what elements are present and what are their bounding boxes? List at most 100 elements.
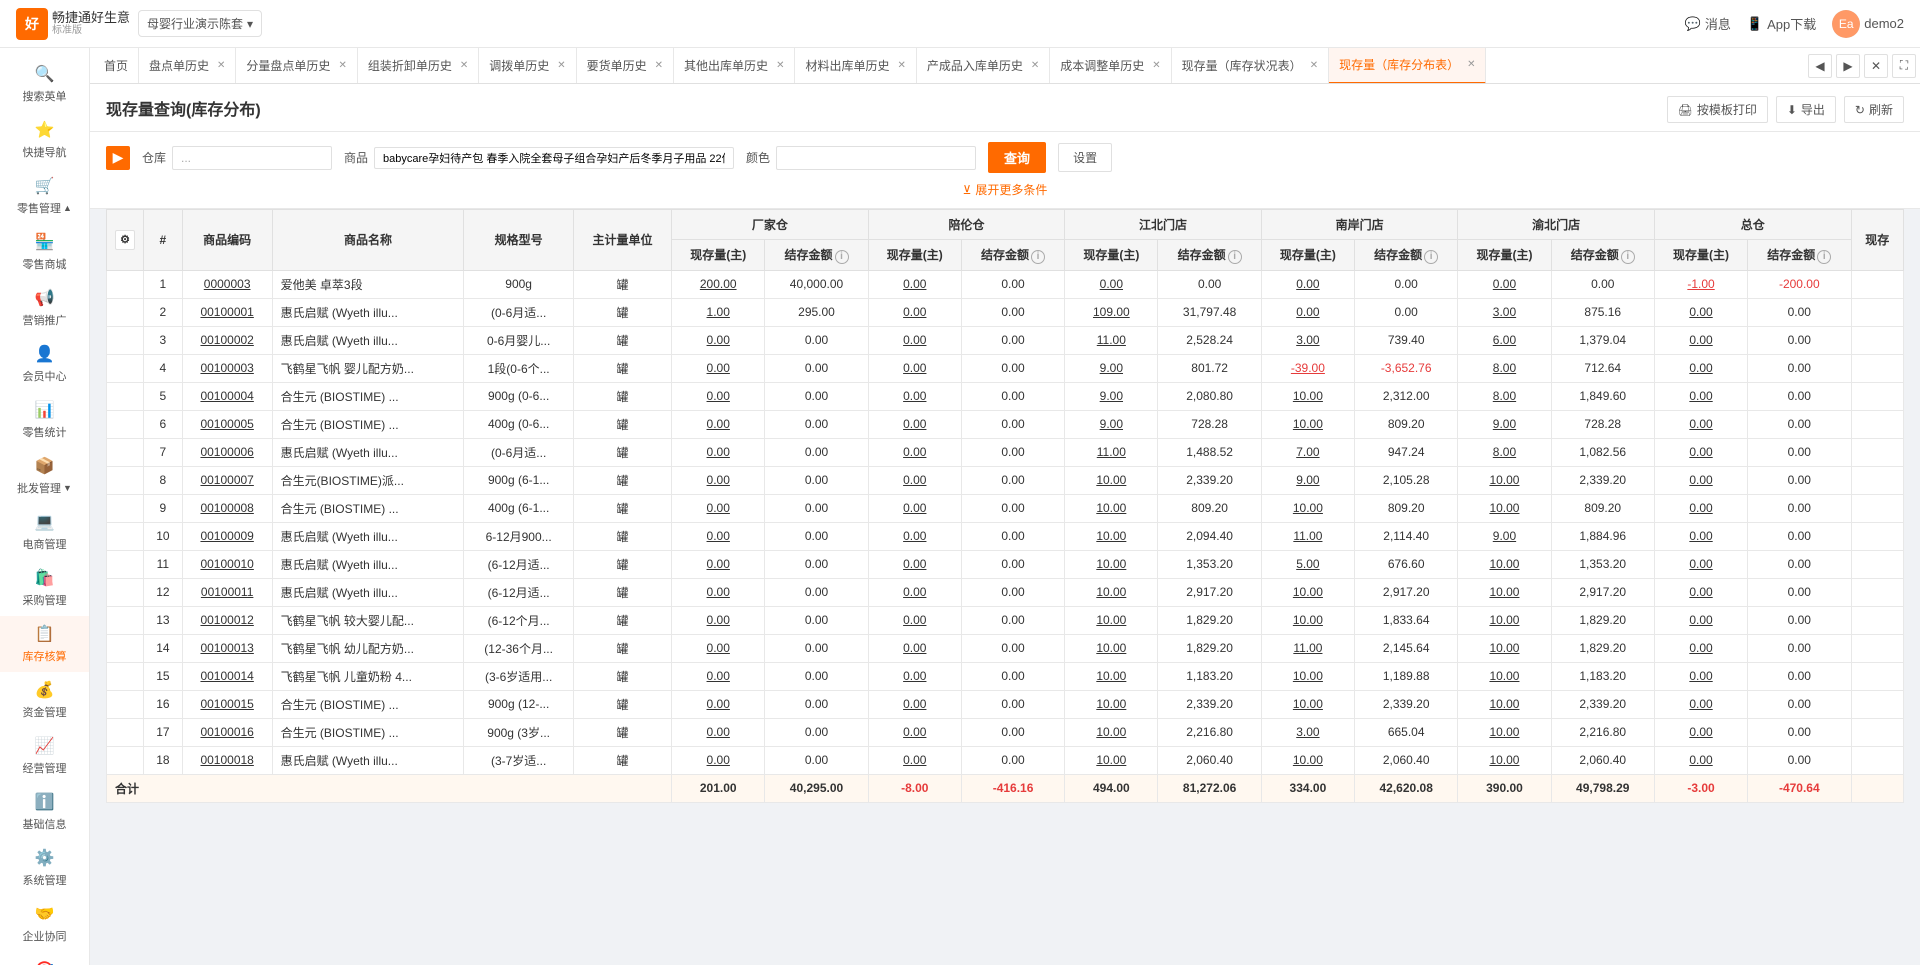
table-cell[interactable]: 10.00	[1458, 606, 1551, 634]
table-cell[interactable]: 11.00	[1065, 438, 1158, 466]
table-cell[interactable]: 00100009	[182, 522, 272, 550]
table-cell[interactable]: 10.00	[1261, 746, 1354, 774]
table-cell[interactable]: 00100004	[182, 382, 272, 410]
table-cell[interactable]: 0.00	[1654, 382, 1747, 410]
table-cell[interactable]: 0.00	[672, 606, 765, 634]
table-cell[interactable]: 5.00	[1261, 550, 1354, 578]
table-cell[interactable]: 0.00	[1261, 270, 1354, 298]
table-cell[interactable]: 0.00	[868, 298, 961, 326]
close-tab-icon[interactable]: ✕	[217, 60, 225, 71]
table-cell[interactable]: 10.00	[1065, 522, 1158, 550]
close-tab-icon[interactable]: ✕	[655, 60, 663, 71]
query-button[interactable]: 查询	[988, 142, 1046, 173]
table-cell[interactable]: 0.00	[868, 746, 961, 774]
table-cell[interactable]: 0.00	[1654, 298, 1747, 326]
table-cell[interactable]: 00100012	[182, 606, 272, 634]
table-cell[interactable]: 10.00	[1261, 410, 1354, 438]
table-cell[interactable]: 0.00	[1654, 606, 1747, 634]
table-cell[interactable]: 0.00	[672, 410, 765, 438]
table-cell[interactable]: 0.00	[868, 410, 961, 438]
nav-tab-stockcheck[interactable]: 盘点单历史 ✕	[139, 48, 236, 84]
table-cell[interactable]: 0.00	[1654, 438, 1747, 466]
table-cell[interactable]: 10.00	[1261, 494, 1354, 522]
info-icon[interactable]: i	[1817, 250, 1831, 264]
table-cell[interactable]: -1.00	[1654, 270, 1747, 298]
close-tab-icon[interactable]: ✕	[1152, 60, 1160, 71]
sidebar-item-wholesale[interactable]: 📦 批发管理 ▼	[0, 448, 89, 504]
close-tab-icon[interactable]: ✕	[557, 60, 565, 71]
table-cell[interactable]: 11.00	[1261, 634, 1354, 662]
table-cell[interactable]: 9.00	[1065, 382, 1158, 410]
table-cell[interactable]: 0.00	[672, 690, 765, 718]
table-cell[interactable]: 00100011	[182, 578, 272, 606]
table-cell[interactable]: 109.00	[1065, 298, 1158, 326]
table-cell[interactable]: 0.00	[672, 578, 765, 606]
table-cell[interactable]: 3.00	[1261, 718, 1354, 746]
table-cell[interactable]: 1.00	[672, 298, 765, 326]
table-cell[interactable]: 0000003	[182, 270, 272, 298]
table-cell[interactable]: 10.00	[1261, 382, 1354, 410]
info-icon[interactable]: i	[1031, 250, 1045, 264]
expand-conditions[interactable]: ⊻ 展开更多条件	[106, 181, 1904, 198]
table-cell[interactable]: 00100006	[182, 438, 272, 466]
collapse-arrow[interactable]: ▶	[106, 146, 130, 170]
table-cell[interactable]: 10.00	[1065, 606, 1158, 634]
industry-select[interactable]: 母婴行业演示陈套 ▾	[138, 10, 262, 37]
nav-tab-stockdist[interactable]: 现存量（库存分布表） ✕	[1329, 48, 1486, 84]
table-cell[interactable]: 0.00	[1654, 662, 1747, 690]
nav-tab-productin[interactable]: 产成品入库单历史 ✕	[917, 48, 1050, 84]
table-cell[interactable]: 0.00	[1654, 494, 1747, 522]
table-cell[interactable]: 0.00	[1654, 578, 1747, 606]
table-cell[interactable]: 10.00	[1458, 634, 1551, 662]
table-cell[interactable]: 10.00	[1458, 578, 1551, 606]
nav-tab-matout[interactable]: 材料出库单历史 ✕	[795, 48, 916, 84]
table-cell[interactable]: 10.00	[1261, 606, 1354, 634]
table-cell[interactable]: 10.00	[1458, 550, 1551, 578]
sidebar-item-marketing[interactable]: 📢 营销推广	[0, 280, 89, 336]
close-tab-icon[interactable]: ✕	[776, 60, 784, 71]
template-print-button[interactable]: 🖨 按模板打印	[1667, 96, 1768, 123]
table-cell[interactable]: 0.00	[672, 326, 765, 354]
nav-tab-substock[interactable]: 分量盘点单历史 ✕	[236, 48, 357, 84]
table-cell[interactable]: 10.00	[1065, 718, 1158, 746]
table-cell[interactable]: 8.00	[1458, 382, 1551, 410]
table-cell[interactable]: 0.00	[672, 550, 765, 578]
sidebar-item-retail[interactable]: 🛒 零售管理 ▲	[0, 168, 89, 224]
table-cell[interactable]: 10.00	[1065, 690, 1158, 718]
export-button[interactable]: ⬇ 导出	[1776, 96, 1836, 123]
table-cell[interactable]: 00100015	[182, 690, 272, 718]
sidebar-item-operations[interactable]: 📈 经营管理	[0, 728, 89, 784]
table-cell[interactable]: 9.00	[1458, 410, 1551, 438]
sidebar-item-quicknav[interactable]: ⭐ 快捷导航	[0, 112, 89, 168]
table-cell[interactable]: 3.00	[1261, 326, 1354, 354]
table-cell[interactable]: 9.00	[1458, 522, 1551, 550]
table-cell[interactable]: 0.00	[672, 662, 765, 690]
table-cell[interactable]: 10.00	[1065, 746, 1158, 774]
nav-tab-otherout[interactable]: 其他出库单历史 ✕	[674, 48, 795, 84]
table-cell[interactable]: 10.00	[1261, 662, 1354, 690]
nav-tab-assembly[interactable]: 组装折卸单历史 ✕	[358, 48, 479, 84]
table-cell[interactable]: 10.00	[1458, 718, 1551, 746]
info-icon[interactable]: i	[1621, 250, 1635, 264]
table-cell[interactable]: 00100002	[182, 326, 272, 354]
sidebar-item-guide[interactable]: 🎯 新手引导	[0, 952, 89, 965]
table-cell[interactable]: 9.00	[1065, 410, 1158, 438]
table-cell[interactable]: 8.00	[1458, 354, 1551, 382]
table-cell[interactable]: 0.00	[1261, 298, 1354, 326]
table-cell[interactable]: 0.00	[1458, 270, 1551, 298]
table-cell[interactable]: 0.00	[868, 494, 961, 522]
table-cell[interactable]: 10.00	[1458, 494, 1551, 522]
table-cell[interactable]: 10.00	[1065, 634, 1158, 662]
table-cell[interactable]: 0.00	[1654, 550, 1747, 578]
table-cell[interactable]: 3.00	[1458, 298, 1551, 326]
app-download-btn[interactable]: 📱 App下载	[1747, 14, 1816, 33]
gear-button[interactable]: ⚙	[115, 230, 135, 250]
table-cell[interactable]: 0.00	[672, 746, 765, 774]
table-cell[interactable]: 10.00	[1261, 690, 1354, 718]
table-cell[interactable]: 0.00	[868, 606, 961, 634]
refresh-button[interactable]: ↻ 刷新	[1844, 96, 1904, 123]
table-cell[interactable]: 00100014	[182, 662, 272, 690]
nav-close-all[interactable]: ✕	[1864, 54, 1888, 78]
close-tab-icon[interactable]: ✕	[1467, 59, 1475, 70]
table-cell[interactable]: 11.00	[1065, 326, 1158, 354]
